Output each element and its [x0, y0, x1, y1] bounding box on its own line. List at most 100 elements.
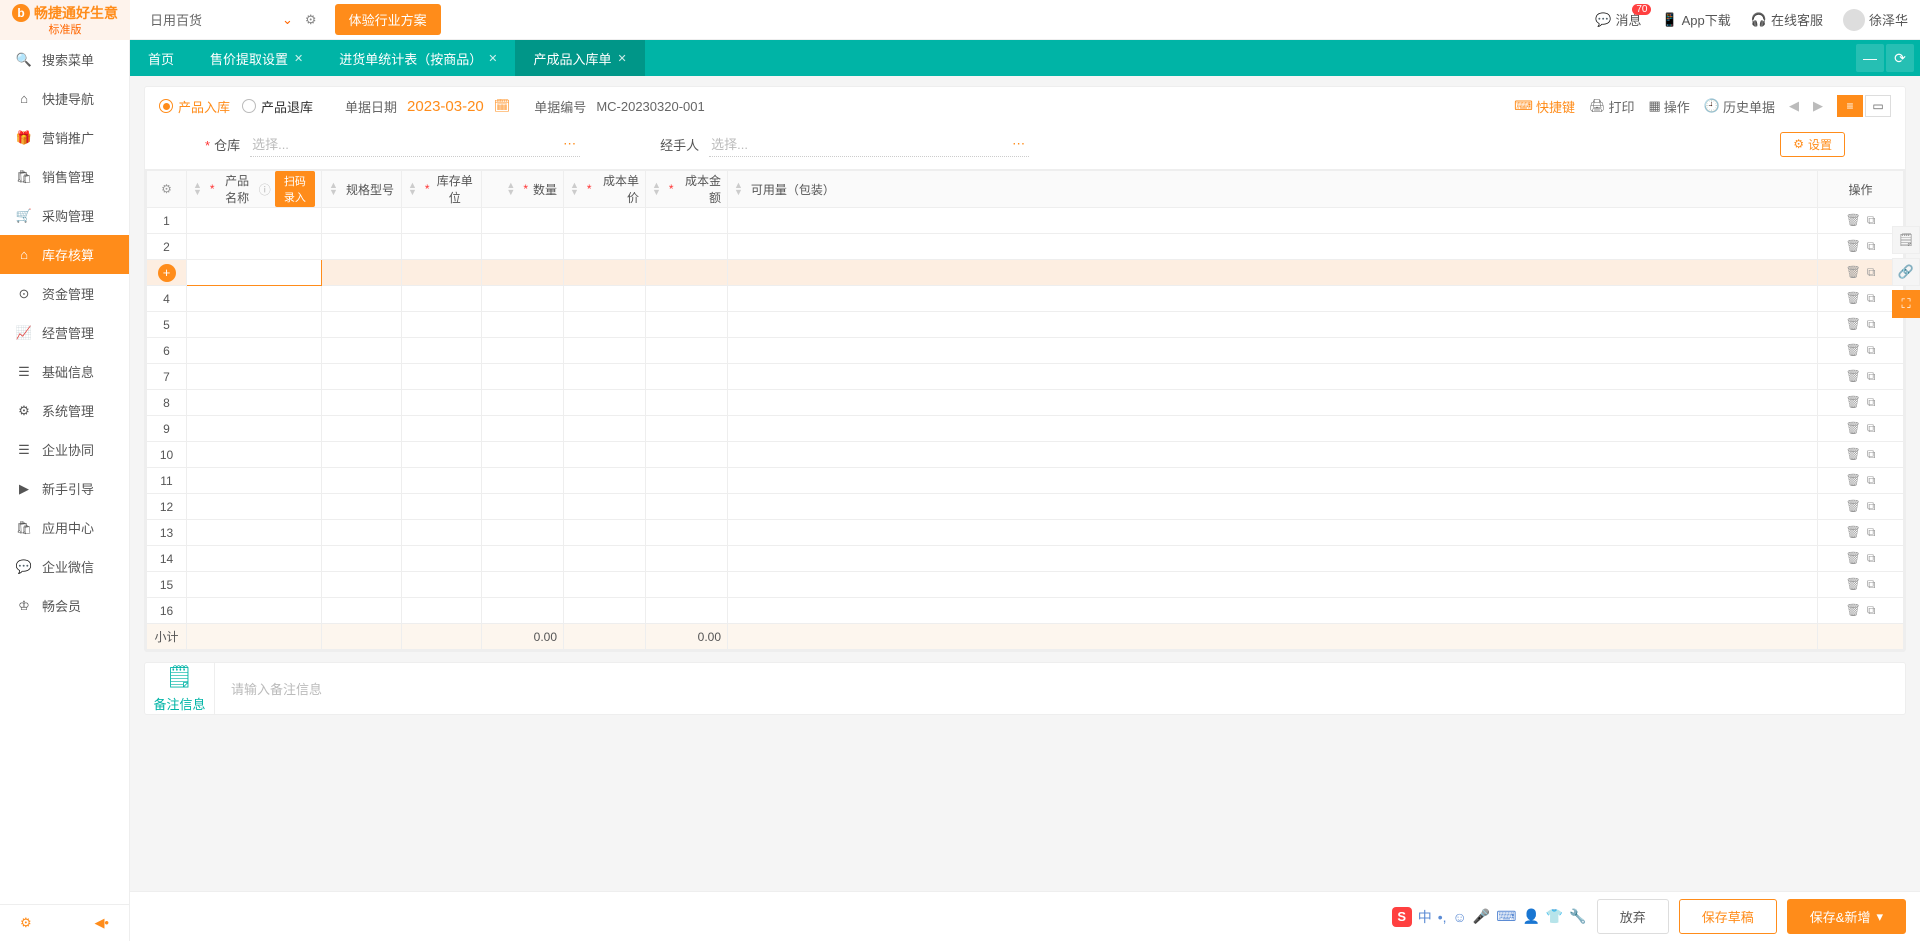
prev-doc-button[interactable]: ◀: [1789, 98, 1799, 114]
close-icon[interactable]: ✕: [294, 52, 303, 65]
radio-product-in[interactable]: 产品入库: [159, 97, 230, 116]
tab[interactable]: 进货单统计表（按商品）✕: [321, 40, 515, 76]
remarks-input[interactable]: 请输入备注信息: [215, 663, 1905, 714]
sidebar-item[interactable]: ☰企业协同: [0, 430, 129, 469]
table-row[interactable]: 5🗑⧉: [147, 312, 1904, 338]
app-download-link[interactable]: 📱 App下载: [1661, 10, 1730, 29]
rail-note-icon[interactable]: 🗒: [1892, 226, 1920, 254]
gear-icon[interactable]: ⚙: [161, 182, 172, 196]
delete-icon[interactable]: 🗑: [1846, 421, 1861, 435]
delete-icon[interactable]: 🗑: [1846, 447, 1861, 461]
sidebar-item[interactable]: ▶新手引导: [0, 469, 129, 508]
sidebar-item[interactable]: ⊙资金管理: [0, 274, 129, 313]
delete-icon[interactable]: 🗑: [1846, 239, 1861, 253]
table-row[interactable]: +🗑⧉: [147, 260, 1904, 286]
close-icon[interactable]: ✕: [488, 52, 497, 65]
sidebar-item[interactable]: ⌂库存核算: [0, 235, 129, 274]
settings-icon[interactable]: ⚙: [20, 915, 32, 931]
table-row[interactable]: 10🗑⧉: [147, 442, 1904, 468]
delete-icon[interactable]: 🗑: [1846, 577, 1861, 591]
copy-icon[interactable]: ⧉: [1867, 213, 1876, 227]
sidebar-item[interactable]: ⚙系统管理: [0, 391, 129, 430]
hotkey-link[interactable]: ⌨快捷键: [1514, 97, 1575, 116]
sidebar-item[interactable]: ♔畅会员: [0, 586, 129, 625]
tab-minimize-button[interactable]: —: [1856, 44, 1884, 72]
copy-icon[interactable]: ⧉: [1867, 291, 1876, 305]
sidebar-item[interactable]: 🛍应用中心: [0, 508, 129, 547]
tab[interactable]: 首页: [130, 40, 192, 76]
ime-punct-icon[interactable]: •,: [1438, 909, 1447, 925]
sidebar-item[interactable]: 🛒采购管理: [0, 196, 129, 235]
ime-smile-icon[interactable]: ☺: [1453, 909, 1467, 925]
delete-icon[interactable]: 🗑: [1846, 551, 1861, 565]
copy-icon[interactable]: ⧉: [1867, 265, 1876, 279]
settings-button[interactable]: ⚙ 设置: [1780, 132, 1845, 157]
table-row[interactable]: 11🗑⧉: [147, 468, 1904, 494]
sidebar-item[interactable]: 🛍销售管理: [0, 157, 129, 196]
delete-icon[interactable]: 🗑: [1846, 291, 1861, 305]
copy-icon[interactable]: ⧉: [1867, 239, 1876, 253]
online-service-link[interactable]: 🎧 在线客服: [1751, 10, 1823, 29]
ime-lang[interactable]: 中: [1418, 907, 1432, 927]
scan-button[interactable]: 扫码录入: [275, 171, 315, 207]
copy-icon[interactable]: ⧉: [1867, 421, 1876, 435]
industry-plan-button[interactable]: 体验行业方案: [335, 4, 441, 35]
rail-expand-icon[interactable]: ⛶: [1892, 290, 1920, 318]
tab-refresh-button[interactable]: ⟳: [1886, 44, 1914, 72]
user-menu[interactable]: 徐泽华: [1843, 9, 1908, 31]
messages-link[interactable]: 💬 消息 70: [1595, 10, 1641, 29]
sidebar-item[interactable]: 🔍搜索菜单: [0, 40, 129, 79]
table-row[interactable]: 15🗑⧉: [147, 572, 1904, 598]
radio-product-out[interactable]: 产品退库: [242, 97, 313, 116]
table-row[interactable]: 1🗑⧉: [147, 208, 1904, 234]
ime-person-icon[interactable]: 👤: [1522, 908, 1539, 925]
table-row[interactable]: 16🗑⧉: [147, 598, 1904, 624]
copy-icon[interactable]: ⧉: [1867, 343, 1876, 357]
copy-icon[interactable]: ⧉: [1867, 317, 1876, 331]
copy-icon[interactable]: ⧉: [1867, 473, 1876, 487]
history-link[interactable]: 🕘历史单据: [1704, 97, 1775, 116]
delete-icon[interactable]: 🗑: [1846, 499, 1861, 513]
delete-icon[interactable]: 🗑: [1846, 213, 1861, 227]
table-row[interactable]: 2🗑⧉: [147, 234, 1904, 260]
copy-icon[interactable]: ⧉: [1867, 499, 1876, 513]
next-doc-button[interactable]: ▶: [1813, 98, 1823, 114]
add-row-button[interactable]: +: [158, 264, 176, 282]
tab[interactable]: 产成品入库单✕: [515, 40, 644, 76]
copy-icon[interactable]: ⧉: [1867, 447, 1876, 461]
collapse-icon[interactable]: ◀•: [94, 915, 109, 931]
ime-tools-icon[interactable]: 🔧: [1569, 908, 1586, 925]
copy-icon[interactable]: ⧉: [1867, 603, 1876, 617]
print-link[interactable]: 🖨打印: [1589, 97, 1635, 116]
copy-icon[interactable]: ⧉: [1867, 369, 1876, 383]
table-row[interactable]: 4🗑⧉: [147, 286, 1904, 312]
sogou-icon[interactable]: S: [1392, 907, 1412, 927]
gear-icon[interactable]: ⚙: [305, 12, 317, 28]
delete-icon[interactable]: 🗑: [1846, 395, 1861, 409]
close-icon[interactable]: ✕: [618, 52, 627, 65]
delete-icon[interactable]: 🗑: [1846, 603, 1861, 617]
table-row[interactable]: 7🗑⧉: [147, 364, 1904, 390]
sidebar-item[interactable]: 📈经营管理: [0, 313, 129, 352]
ime-mic-icon[interactable]: 🎤: [1473, 908, 1490, 925]
sidebar-item[interactable]: ☰基础信息: [0, 352, 129, 391]
sidebar-item[interactable]: ⌂快捷导航: [0, 79, 129, 118]
table-row[interactable]: 12🗑⧉: [147, 494, 1904, 520]
discard-button[interactable]: 放弃: [1597, 899, 1669, 934]
table-row[interactable]: 9🗑⧉: [147, 416, 1904, 442]
date-value[interactable]: 2023-03-20: [407, 98, 484, 115]
delete-icon[interactable]: 🗑: [1846, 473, 1861, 487]
table-row[interactable]: 13🗑⧉: [147, 520, 1904, 546]
rail-link-icon[interactable]: 🔗: [1892, 258, 1920, 286]
operate-link[interactable]: ▦操作: [1648, 97, 1689, 116]
sidebar-item[interactable]: 💬企业微信: [0, 547, 129, 586]
ime-shirt-icon[interactable]: 👕: [1546, 908, 1563, 925]
view-list-button[interactable]: ≡: [1837, 95, 1863, 117]
copy-icon[interactable]: ⧉: [1867, 551, 1876, 565]
save-and-new-button[interactable]: 保存&新增 ▾: [1787, 899, 1906, 934]
calendar-icon[interactable]: 🗓: [494, 98, 511, 114]
warehouse-picker[interactable]: 选择... ⋯: [250, 131, 580, 157]
copy-icon[interactable]: ⧉: [1867, 395, 1876, 409]
delete-icon[interactable]: 🗑: [1846, 343, 1861, 357]
copy-icon[interactable]: ⧉: [1867, 525, 1876, 539]
